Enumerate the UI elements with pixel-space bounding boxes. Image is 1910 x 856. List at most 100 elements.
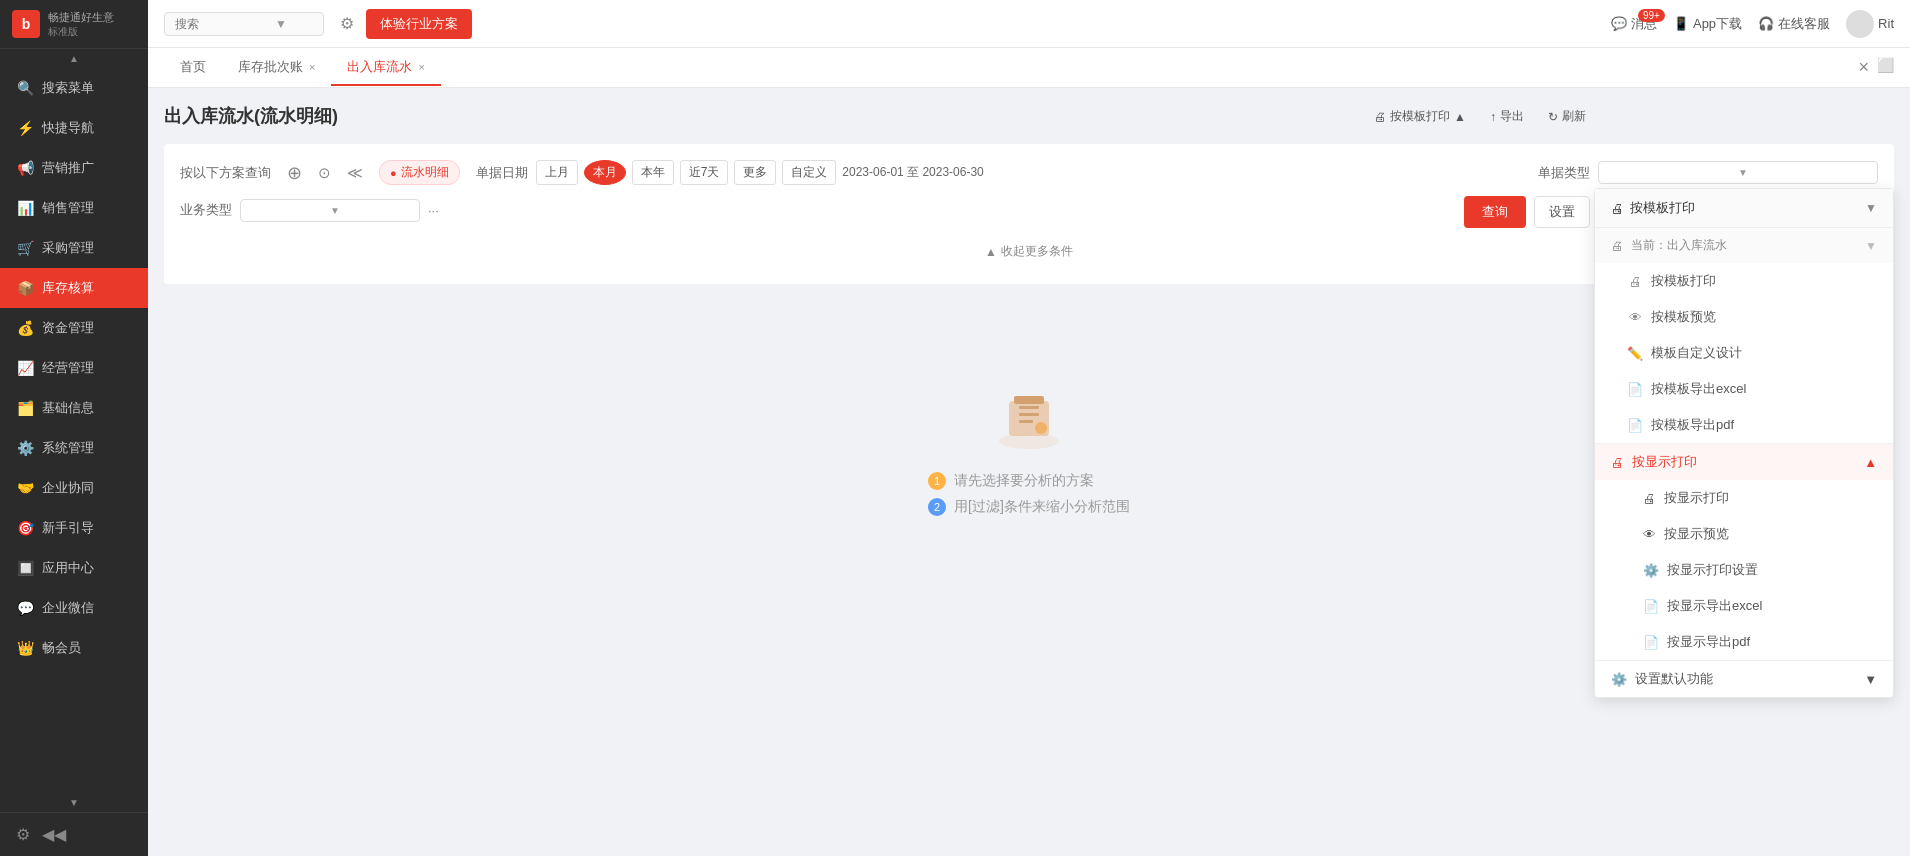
dropdown-header: 🖨 按模板打印 ▼ [1595, 189, 1893, 228]
sales-icon: 📊 [16, 199, 34, 217]
marketing-icon: 📢 [16, 159, 34, 177]
dropdown-sub-item-display-excel[interactable]: 📄 按显示导出excel [1595, 588, 1893, 624]
tab-batch[interactable]: 库存批次账 × [222, 50, 331, 86]
display-preview-sub-icon: 👁 [1643, 527, 1656, 542]
filter-business-type-field: 业务类型 ▼ ··· [180, 199, 439, 222]
guide-icon: 🎯 [16, 519, 34, 537]
app-download-btn[interactable]: 📱 App下载 [1673, 15, 1742, 33]
topbar-right: 💬 消息 99+ 📱 App下载 🎧 在线客服 Rit [1611, 10, 1894, 38]
step-1-num: 1 [928, 472, 946, 490]
sidebar-item-quick-nav[interactable]: ⚡ 快捷导航 [0, 108, 148, 148]
print-icon: 🖨 [1611, 201, 1624, 216]
refresh-icon: ↻ [1548, 110, 1558, 124]
sidebar-item-operation[interactable]: 📈 经营管理 [0, 348, 148, 388]
logo-text: 畅捷通好生意 标准版 [48, 10, 114, 37]
current-label-icon: 🖨 [1611, 239, 1623, 253]
print-dropdown-panel: 🖨 按模板打印 ▼ 🖨 当前：出入库流水 ▼ 🖨 按模板打印 [1594, 188, 1894, 698]
message-btn[interactable]: 💬 消息 99+ [1611, 15, 1657, 33]
close-window-icon[interactable]: × [1858, 57, 1869, 78]
sidebar-item-inventory[interactable]: 📦 库存核算 [0, 268, 148, 308]
sidebar-item-purchase[interactable]: 🛒 采购管理 [0, 228, 148, 268]
system-icon: ⚙️ [16, 439, 34, 457]
dropdown-item-template-print[interactable]: 🖨 按模板打印 [1595, 263, 1893, 299]
display-print-section-header[interactable]: 🖨 按显示打印 ▲ [1595, 444, 1893, 480]
tab-flow[interactable]: 出入库流水 × [331, 50, 440, 86]
tab-home[interactable]: 首页 [164, 50, 222, 86]
search-input[interactable] [175, 17, 275, 31]
date-btn-last-month[interactable]: 上月 [536, 160, 578, 185]
export-btn[interactable]: ↑ 导出 [1482, 104, 1532, 129]
tab-flow-close[interactable]: × [418, 61, 424, 73]
refresh-btn[interactable]: ↻ 刷新 [1540, 104, 1594, 129]
sidebar-item-search[interactable]: 🔍 搜索菜单 [0, 68, 148, 108]
dropdown-item-template-preview[interactable]: 👁 按模板预览 [1595, 299, 1893, 335]
search-box[interactable]: ▼ [164, 12, 324, 36]
date-btn-last-7-days[interactable]: 近7天 [680, 160, 729, 185]
topbar-gear-icon[interactable]: ⚙ [340, 14, 354, 33]
display-print-sub-icon: 🖨 [1643, 491, 1656, 506]
business-type-label: 业务类型 [180, 201, 232, 219]
template-print-arrow-up: ▲ [1454, 110, 1466, 124]
filter-add-icon[interactable]: ⊕ [287, 162, 302, 184]
template-print-btn[interactable]: 🖨 按模板打印 ▲ [1366, 104, 1474, 129]
template-pdf-item-icon: 📄 [1627, 417, 1643, 433]
doc-type-select[interactable]: ▼ [1598, 161, 1878, 184]
dropdown-item-template-excel[interactable]: 📄 按模板导出excel [1595, 371, 1893, 407]
filter-settings-icon[interactable]: ⊙ [318, 164, 331, 182]
industry-btn[interactable]: 体验行业方案 [366, 9, 472, 39]
tab-batch-close[interactable]: × [309, 61, 315, 73]
tabbar: 首页 库存批次账 × 出入库流水 × × ⬜ [148, 48, 1910, 88]
svg-rect-4 [1019, 413, 1039, 416]
date-btn-this-year[interactable]: 本年 [632, 160, 674, 185]
sidebar-item-finance[interactable]: 💰 资金管理 [0, 308, 148, 348]
settings-bottom-icon[interactable]: ⚙ [16, 825, 30, 844]
online-service-btn[interactable]: 🎧 在线客服 [1758, 15, 1830, 33]
sidebar-item-app-center[interactable]: 🔲 应用中心 [0, 548, 148, 588]
dropdown-item-template-pdf[interactable]: 📄 按模板导出pdf [1595, 407, 1893, 443]
sidebar-item-marketing[interactable]: 📢 营销推广 [0, 148, 148, 188]
dropdown-sub-item-display-settings[interactable]: ⚙️ 按显示打印设置 [1595, 552, 1893, 588]
business-type-more-icon[interactable]: ··· [428, 203, 439, 218]
maximize-window-icon[interactable]: ⬜ [1877, 57, 1894, 78]
display-section-arrow: ▲ [1864, 455, 1877, 470]
tab-window-controls: × ⬜ [1858, 57, 1894, 78]
display-print-section: 🖨 按显示打印 ▲ 🖨 按显示打印 👁 按显示预览 ⚙️ [1595, 443, 1893, 660]
filter-tag-flow[interactable]: ● 流水明细 [379, 160, 460, 185]
display-settings-sub-icon: ⚙️ [1643, 563, 1659, 578]
empty-step-1: 1 请先选择要分析的方案 [928, 472, 1130, 490]
query-button[interactable]: 查询 [1464, 196, 1526, 228]
collapse-sidebar-icon[interactable]: ◀◀ [42, 825, 66, 844]
date-btn-current-month[interactable]: 本月 [584, 160, 626, 185]
sidebar-item-sales[interactable]: 📊 销售管理 [0, 188, 148, 228]
sidebar-item-cooperation[interactable]: 🤝 企业协同 [0, 468, 148, 508]
message-icon: 💬 [1611, 16, 1627, 31]
svg-point-6 [1035, 422, 1047, 434]
sidebar-item-system[interactable]: ⚙️ 系统管理 [0, 428, 148, 468]
sidebar-item-guide[interactable]: 🎯 新手引导 [0, 508, 148, 548]
user-avatar-btn[interactable]: Rit [1846, 10, 1894, 38]
content-area: 出入库流水(流水明细) 🖨 按模板打印 ▲ ↑ 导出 ↻ 刷新 [148, 88, 1910, 856]
sidebar-item-member[interactable]: 👑 畅会员 [0, 628, 148, 668]
current-label-arrow: ▼ [1865, 239, 1877, 253]
settings-button[interactable]: 设置 [1534, 196, 1590, 228]
sidebar-scroll-up[interactable]: ▲ [0, 49, 148, 68]
dropdown-item-template-custom[interactable]: ✏️ 模板自定义设计 [1595, 335, 1893, 371]
sidebar-item-basic[interactable]: 🗂️ 基础信息 [0, 388, 148, 428]
empty-steps: 1 请先选择要分析的方案 2 用[过滤]条件来缩小分析范围 [928, 472, 1130, 516]
sidebar-item-wechat[interactable]: 💬 企业微信 [0, 588, 148, 628]
date-btn-custom[interactable]: 自定义 [782, 160, 836, 185]
page-title: 出入库流水(流水明细) [164, 104, 1894, 128]
search-dropdown-icon[interactable]: ▼ [275, 17, 287, 31]
basic-icon: 🗂️ [16, 399, 34, 417]
dropdown-header-arrow[interactable]: ▼ [1865, 201, 1877, 215]
business-type-select[interactable]: ▼ [240, 199, 420, 222]
dropdown-footer[interactable]: ⚙️ 设置默认功能 ▼ [1595, 660, 1893, 697]
filter-date-field: 单据日期 上月 本月 本年 近7天 更多 自定义 2023-06-01 至 20… [476, 160, 984, 185]
sidebar-scroll-down[interactable]: ▼ [0, 793, 148, 812]
dropdown-sub-item-display-print[interactable]: 🖨 按显示打印 [1595, 480, 1893, 516]
date-btn-more[interactable]: 更多 [734, 160, 776, 185]
doc-type-label: 单据类型 [1538, 164, 1590, 182]
filter-collapse-icon[interactable]: ≪ [347, 164, 363, 182]
dropdown-sub-item-display-pdf[interactable]: 📄 按显示导出pdf [1595, 624, 1893, 660]
dropdown-sub-item-display-preview[interactable]: 👁 按显示预览 [1595, 516, 1893, 552]
